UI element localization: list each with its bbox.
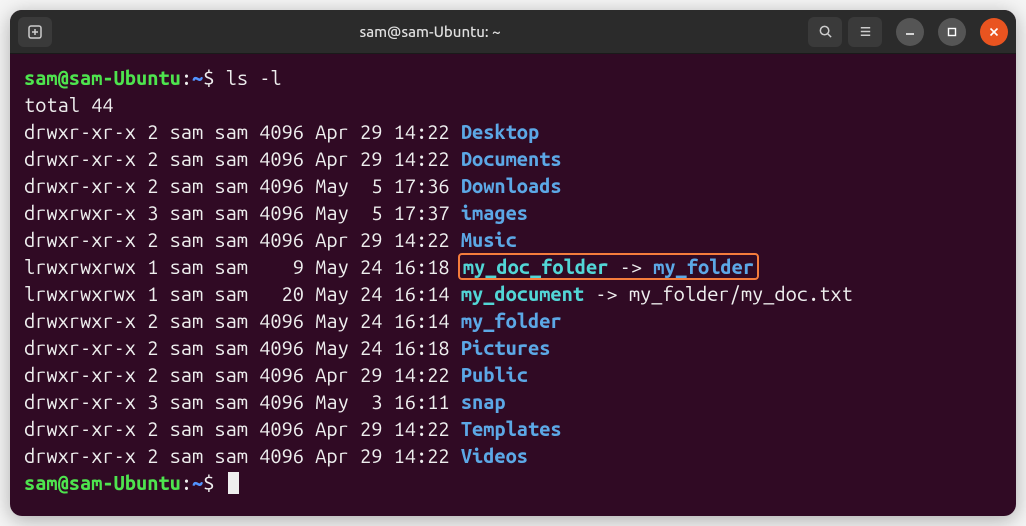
ls-entry: drwxr-xr-x 2 sam sam 4096 Apr 29 14:22 T… [24, 415, 1002, 442]
file-name: Templates [461, 417, 562, 440]
ls-entry: drwxr-xr-x 2 sam sam 4096 Apr 29 14:22 P… [24, 361, 1002, 388]
ls-entry: lrwxrwxrwx 1 sam sam 20 May 24 16:14 my_… [24, 280, 1002, 307]
ls-entry: drwxr-xr-x 2 sam sam 4096 May 5 17:36 Do… [24, 172, 1002, 199]
ls-entry: lrwxrwxrwx 1 sam sam 9 May 24 16:18 my_d… [24, 253, 1002, 280]
search-button[interactable] [808, 17, 842, 47]
terminal-window: sam@sam-Ubuntu: ~ sam@sam-Ubuntu:~$ ls -… [10, 10, 1016, 516]
file-name: Pictures [461, 336, 551, 359]
prompt-user-host: sam@sam-Ubuntu [24, 66, 181, 89]
prompt-user-host: sam@sam-Ubuntu [24, 471, 181, 494]
file-name: Documents [461, 147, 562, 170]
cursor [228, 472, 239, 494]
total-line: total 44 [24, 91, 1002, 118]
file-name: Public [461, 363, 528, 386]
ls-entry: drwxr-xr-x 2 sam sam 4096 Apr 29 14:22 M… [24, 226, 1002, 253]
file-name: images [461, 201, 528, 224]
ls-entry: drwxr-xr-x 2 sam sam 4096 Apr 29 14:22 D… [24, 145, 1002, 172]
search-icon [818, 24, 833, 39]
ls-entry: drwxr-xr-x 2 sam sam 4096 Apr 29 14:22 D… [24, 118, 1002, 145]
close-button[interactable] [980, 18, 1008, 46]
minimize-icon [905, 27, 915, 37]
ls-entry: drwxr-xr-x 3 sam sam 4096 May 3 16:11 sn… [24, 388, 1002, 415]
minimize-button[interactable] [896, 18, 924, 46]
ls-entry: drwxrwxr-x 3 sam sam 4096 May 5 17:37 im… [24, 199, 1002, 226]
file-name: my_folder [461, 309, 562, 332]
command-text: ls -l [226, 66, 282, 89]
new-tab-icon [27, 24, 43, 40]
hamburger-icon [858, 24, 873, 39]
link-target: my_folder [653, 255, 754, 278]
file-name: snap [461, 390, 506, 413]
window-title: sam@sam-Ubuntu: ~ [52, 23, 808, 40]
terminal-body[interactable]: sam@sam-Ubuntu:~$ ls -ltotal 44drwxr-xr-… [10, 54, 1016, 516]
link-target: my_folder/my_doc.txt [629, 282, 853, 305]
titlebar: sam@sam-Ubuntu: ~ [10, 10, 1016, 54]
file-name: Downloads [461, 174, 562, 197]
maximize-button[interactable] [938, 18, 966, 46]
file-name: Music [461, 228, 517, 251]
file-name: Videos [461, 444, 528, 467]
maximize-icon [947, 27, 957, 37]
ls-entry: drwxr-xr-x 2 sam sam 4096 May 24 16:18 P… [24, 334, 1002, 361]
ls-entry: drwxrwxr-x 2 sam sam 4096 May 24 16:14 m… [24, 307, 1002, 334]
new-tab-button[interactable] [18, 17, 52, 47]
file-name: Desktop [461, 120, 539, 143]
file-name: my_doc_folder [463, 255, 609, 278]
menu-button[interactable] [848, 17, 882, 47]
file-name: my_document [461, 282, 584, 305]
highlight-box: my_doc_folder -> my_folder [458, 253, 759, 280]
prompt-path: ~ [192, 471, 203, 494]
close-icon [989, 27, 999, 37]
ls-entry: drwxr-xr-x 2 sam sam 4096 Apr 29 14:22 V… [24, 442, 1002, 469]
prompt-path: ~ [192, 66, 203, 89]
